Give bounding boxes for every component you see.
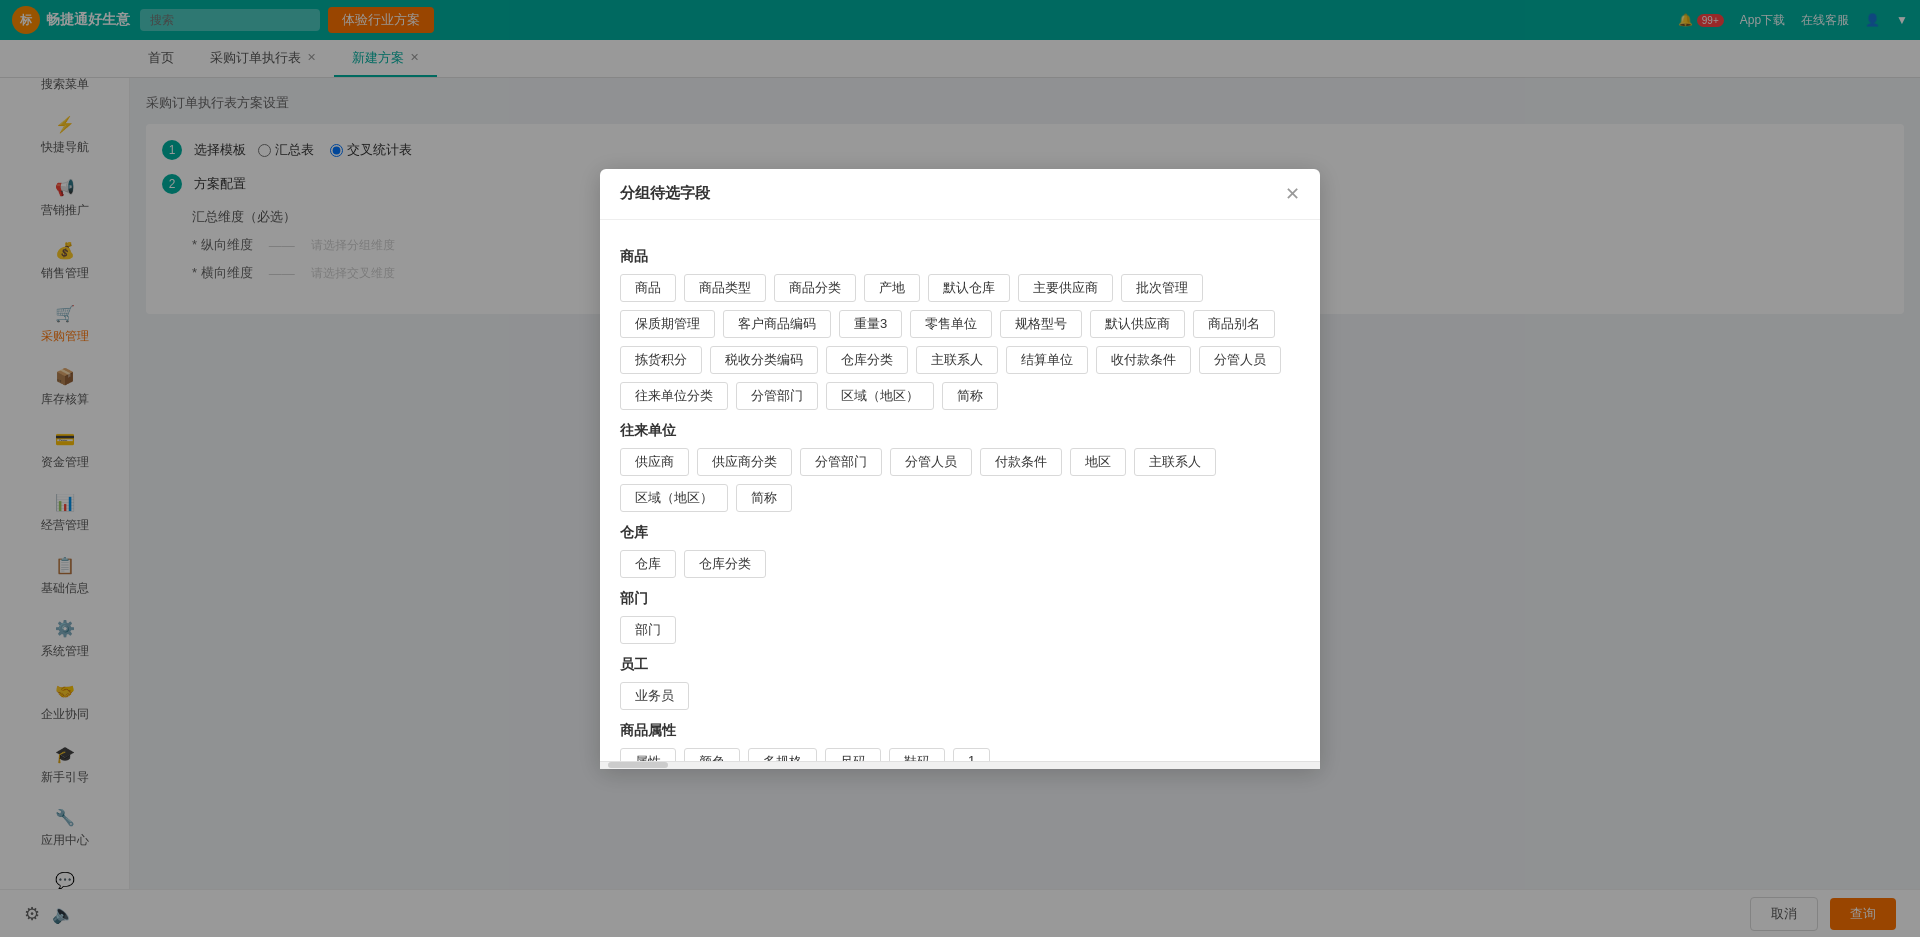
modal-overlay: 分组待选字段 ✕ 商品 商品 商品类型 商品分类 产地 默认仓库 主要供应商 批… bbox=[0, 0, 1920, 937]
field-goods-0[interactable]: 商品 bbox=[620, 274, 676, 302]
field-goods-8[interactable]: 客户商品编码 bbox=[723, 310, 831, 338]
scroll-thumb bbox=[608, 762, 668, 768]
section-title-dept: 部门 bbox=[620, 590, 1300, 608]
field-partner-8[interactable]: 简称 bbox=[736, 484, 792, 512]
field-goods-21[interactable]: 往来单位分类 bbox=[620, 382, 728, 410]
section-title-staff: 员工 bbox=[620, 656, 1300, 674]
field-goods-3[interactable]: 产地 bbox=[864, 274, 920, 302]
field-grid-attr: 属性 颜色 多规格 尺码 鞋码 1 bbox=[620, 748, 1300, 761]
field-attr-3[interactable]: 尺码 bbox=[825, 748, 881, 761]
field-grid-goods2: 保质期管理 客户商品编码 重量3 零售单位 规格型号 默认供应商 商品别名 bbox=[620, 310, 1300, 338]
section-title-warehouse: 仓库 bbox=[620, 524, 1300, 542]
field-goods-17[interactable]: 主联系人 bbox=[916, 346, 998, 374]
horizontal-scrollbar[interactable] bbox=[600, 761, 1320, 769]
field-goods-16[interactable]: 仓库分类 bbox=[826, 346, 908, 374]
field-goods-15[interactable]: 税收分类编码 bbox=[710, 346, 818, 374]
field-goods-14[interactable]: 拣货积分 bbox=[620, 346, 702, 374]
modal-body[interactable]: 商品 商品 商品类型 商品分类 产地 默认仓库 主要供应商 批次管理 保质期管理… bbox=[600, 220, 1320, 761]
field-goods-11[interactable]: 规格型号 bbox=[1000, 310, 1082, 338]
field-grid-partner: 供应商 供应商分类 分管部门 分管人员 付款条件 地区 主联系人 bbox=[620, 448, 1300, 476]
field-goods-4[interactable]: 默认仓库 bbox=[928, 274, 1010, 302]
field-warehouse-0[interactable]: 仓库 bbox=[620, 550, 676, 578]
field-partner-2[interactable]: 分管部门 bbox=[800, 448, 882, 476]
field-dept-0[interactable]: 部门 bbox=[620, 616, 676, 644]
field-partner-3[interactable]: 分管人员 bbox=[890, 448, 972, 476]
section-title-attr: 商品属性 bbox=[620, 722, 1300, 740]
field-staff-0[interactable]: 业务员 bbox=[620, 682, 689, 710]
field-partner-7[interactable]: 区域（地区） bbox=[620, 484, 728, 512]
field-partner-0[interactable]: 供应商 bbox=[620, 448, 689, 476]
field-warehouse-1[interactable]: 仓库分类 bbox=[684, 550, 766, 578]
field-goods-18[interactable]: 结算单位 bbox=[1006, 346, 1088, 374]
field-goods-2[interactable]: 商品分类 bbox=[774, 274, 856, 302]
modal-header: 分组待选字段 ✕ bbox=[600, 169, 1320, 220]
field-grid-dept: 部门 bbox=[620, 616, 1300, 644]
field-selection-modal: 分组待选字段 ✕ 商品 商品 商品类型 商品分类 产地 默认仓库 主要供应商 批… bbox=[600, 169, 1320, 769]
modal-close-button[interactable]: ✕ bbox=[1285, 183, 1300, 205]
field-goods-23[interactable]: 区域（地区） bbox=[826, 382, 934, 410]
field-grid-partner2: 区域（地区） 简称 bbox=[620, 484, 1300, 512]
field-goods-13[interactable]: 商品别名 bbox=[1193, 310, 1275, 338]
section-title-goods: 商品 bbox=[620, 248, 1300, 266]
field-goods-12[interactable]: 默认供应商 bbox=[1090, 310, 1185, 338]
field-goods-20[interactable]: 分管人员 bbox=[1199, 346, 1281, 374]
modal-title: 分组待选字段 bbox=[620, 184, 710, 203]
field-goods-19[interactable]: 收付款条件 bbox=[1096, 346, 1191, 374]
field-attr-4[interactable]: 鞋码 bbox=[889, 748, 945, 761]
field-grid-goods3: 拣货积分 税收分类编码 仓库分类 主联系人 结算单位 收付款条件 分管人员 bbox=[620, 346, 1300, 374]
field-grid-goods: 商品 商品类型 商品分类 产地 默认仓库 主要供应商 批次管理 bbox=[620, 274, 1300, 302]
field-goods-1[interactable]: 商品类型 bbox=[684, 274, 766, 302]
field-goods-5[interactable]: 主要供应商 bbox=[1018, 274, 1113, 302]
field-attr-0[interactable]: 属性 bbox=[620, 748, 676, 761]
field-partner-5[interactable]: 地区 bbox=[1070, 448, 1126, 476]
field-goods-6[interactable]: 批次管理 bbox=[1121, 274, 1203, 302]
field-grid-staff: 业务员 bbox=[620, 682, 1300, 710]
field-partner-1[interactable]: 供应商分类 bbox=[697, 448, 792, 476]
field-goods-10[interactable]: 零售单位 bbox=[910, 310, 992, 338]
field-partner-6[interactable]: 主联系人 bbox=[1134, 448, 1216, 476]
field-goods-7[interactable]: 保质期管理 bbox=[620, 310, 715, 338]
field-attr-1[interactable]: 颜色 bbox=[684, 748, 740, 761]
field-grid-goods4: 往来单位分类 分管部门 区域（地区） 简称 bbox=[620, 382, 1300, 410]
field-goods-22[interactable]: 分管部门 bbox=[736, 382, 818, 410]
field-attr-2[interactable]: 多规格 bbox=[748, 748, 817, 761]
field-grid-warehouse: 仓库 仓库分类 bbox=[620, 550, 1300, 578]
field-goods-9[interactable]: 重量3 bbox=[839, 310, 902, 338]
field-partner-4[interactable]: 付款条件 bbox=[980, 448, 1062, 476]
section-title-partner: 往来单位 bbox=[620, 422, 1300, 440]
field-goods-24[interactable]: 简称 bbox=[942, 382, 998, 410]
field-attr-5[interactable]: 1 bbox=[953, 748, 990, 761]
